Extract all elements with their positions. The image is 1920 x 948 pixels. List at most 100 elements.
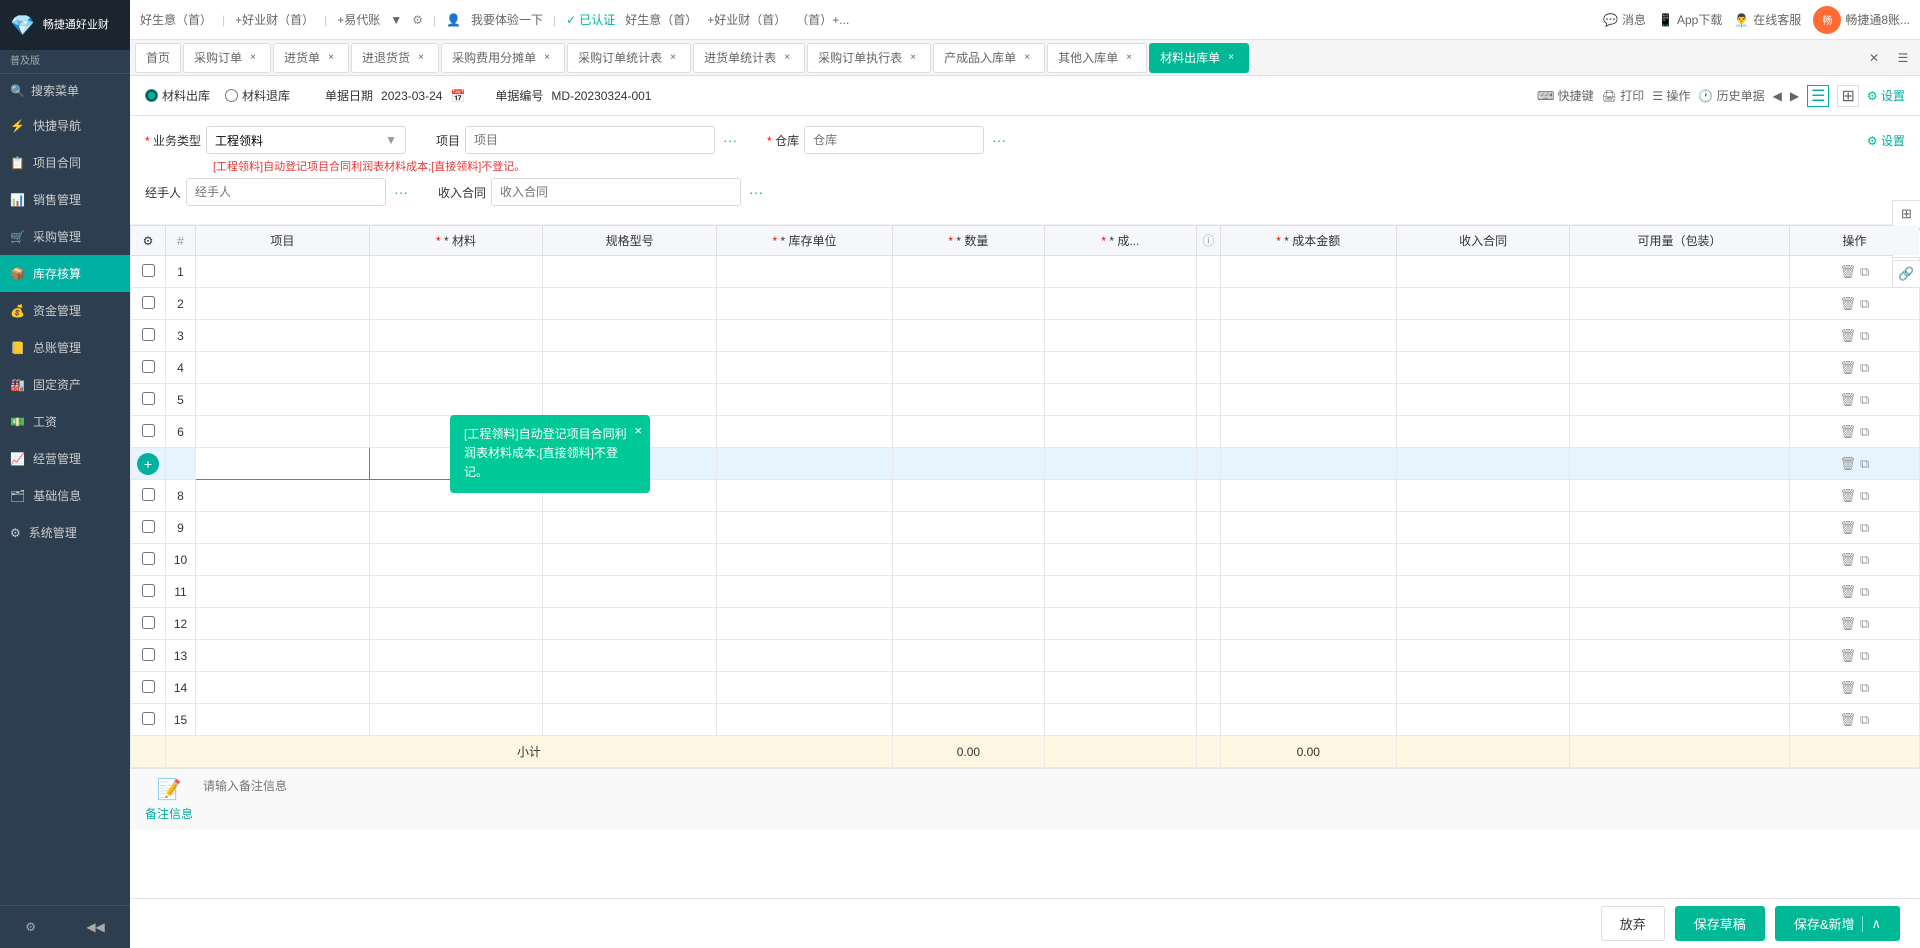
message-btn[interactable]: 💬 消息 xyxy=(1603,11,1646,28)
tab-other-in[interactable]: 其他入库单 × xyxy=(1047,43,1147,73)
delete-row-btn[interactable]: 🗑 xyxy=(1839,680,1856,696)
sidebar-item-finance[interactable]: 💰 资金管理 xyxy=(0,292,130,329)
search-menu[interactable]: 🔍 搜索菜单 xyxy=(0,74,130,107)
sidebar-item-sales[interactable]: 📊 销售管理 xyxy=(0,181,130,218)
tab-home[interactable]: 首页 xyxy=(135,43,181,73)
copy-row-btn[interactable]: ⧉ xyxy=(1860,296,1869,312)
tab-purchase-order[interactable]: 采购订单 × xyxy=(183,43,271,73)
copy-row-btn[interactable]: ⧉ xyxy=(1860,328,1869,344)
row-checkbox[interactable] xyxy=(131,256,166,288)
radio-material-out[interactable]: 材料出库 xyxy=(145,87,210,104)
view-grid-btn[interactable]: ⊞ xyxy=(1837,85,1858,107)
delete-row-btn[interactable]: 🗑 xyxy=(1839,360,1856,376)
tab-in-stat[interactable]: 进货单统计表 × xyxy=(693,43,805,73)
copy-row-btn[interactable]: ⧉ xyxy=(1860,456,1869,472)
copy-row-btn[interactable]: ⧉ xyxy=(1860,392,1869,408)
delete-row-btn[interactable]: 🗑 xyxy=(1839,648,1856,664)
tab-close-icon[interactable]: × xyxy=(666,51,680,65)
sidebar-item-inventory[interactable]: 📦 库存核算 xyxy=(0,255,130,292)
warehouse-more-btn[interactable]: ··· xyxy=(992,132,1006,148)
sidebar-item-salary[interactable]: 💵 工资 xyxy=(0,403,130,440)
history-btn[interactable]: 🕐 历史单据 xyxy=(1698,87,1764,104)
print-btn[interactable]: 🖨 打印 xyxy=(1602,87,1645,104)
delete-row-btn[interactable]: 🗑 xyxy=(1839,456,1856,472)
delete-row-btn[interactable]: 🗑 xyxy=(1839,520,1856,536)
delete-row-btn[interactable]: 🗑 xyxy=(1839,296,1856,312)
sidebar-collapse-btn[interactable]: ◀◀ xyxy=(80,914,110,940)
income-contract-input[interactable] xyxy=(491,178,741,206)
topbar-settings-icon[interactable]: ⚙ xyxy=(412,13,423,27)
tab-product-in[interactable]: 产成品入库单 × xyxy=(933,43,1045,73)
page-settings-btn[interactable]: ⚙ 设置 xyxy=(1867,87,1905,104)
sidebar-item-quick-nav[interactable]: ⚡ 快捷导航 xyxy=(0,107,130,144)
delete-row-btn[interactable]: 🗑 xyxy=(1839,584,1856,600)
sidebar-item-accounting[interactable]: 📒 总账管理 xyxy=(0,329,130,366)
topbar-link-3[interactable]: +易代账 xyxy=(337,11,380,28)
tab-purchase-stat[interactable]: 采购订单统计表 × xyxy=(567,43,691,73)
biz-type-select[interactable]: 工程领料 ▼ xyxy=(206,126,406,154)
online-service-btn[interactable]: 👨‍💼 在线客服 xyxy=(1734,11,1801,28)
copy-row-btn[interactable]: ⧉ xyxy=(1860,616,1869,632)
handler-input[interactable] xyxy=(186,178,386,206)
warehouse-input[interactable] xyxy=(804,126,984,154)
calendar-icon[interactable]: 📅 xyxy=(450,89,465,103)
tab-close-icon[interactable]: × xyxy=(246,51,260,65)
view-list-btn[interactable]: ☰ xyxy=(1807,85,1829,107)
tab-purchase-exec[interactable]: 采购订单执行表 × xyxy=(807,43,931,73)
tab-close-icon[interactable]: × xyxy=(780,51,794,65)
row-cost-amount[interactable] xyxy=(1220,256,1396,288)
copy-row-btn[interactable]: ⧉ xyxy=(1860,552,1869,568)
save-new-button[interactable]: 保存&新增 ∧ xyxy=(1775,906,1900,941)
project-more-btn[interactable]: ··· xyxy=(723,132,737,148)
topbar-link-4[interactable]: 好生意（首） xyxy=(625,11,697,28)
topbar-link-6[interactable]: （首）+... xyxy=(796,11,849,28)
copy-row-btn[interactable]: ⧉ xyxy=(1860,648,1869,664)
tab-close-icon[interactable]: × xyxy=(324,51,338,65)
row-spec[interactable] xyxy=(543,256,717,288)
sidebar-settings-btn[interactable]: ⚙ xyxy=(19,914,42,940)
save-draft-button[interactable]: 保存草稿 xyxy=(1675,906,1765,941)
delete-row-btn[interactable]: 🗑 xyxy=(1839,328,1856,344)
tab-purchase-fee[interactable]: 采购费用分摊单 × xyxy=(441,43,565,73)
row-material[interactable] xyxy=(369,256,543,288)
table-settings-btn[interactable]: ⚙ 设置 xyxy=(1867,132,1905,149)
sidebar-item-purchase[interactable]: 🛒 采购管理 xyxy=(0,218,130,255)
topbar-link-5[interactable]: +好业财（首） xyxy=(707,11,786,28)
topbar-link-2[interactable]: +好业财（首） xyxy=(235,11,314,28)
delete-row-btn[interactable]: 🗑 xyxy=(1839,552,1856,568)
tab-purchase-return[interactable]: 进退货货 × xyxy=(351,43,439,73)
tab-purchase-in[interactable]: 进货单 × xyxy=(273,43,349,73)
copy-row-btn[interactable]: ⧉ xyxy=(1860,712,1869,728)
sidebar-item-basic[interactable]: 🗂 基础信息 xyxy=(0,477,130,514)
row-checkbox[interactable] xyxy=(131,288,166,320)
row-cost[interactable] xyxy=(1044,256,1196,288)
copy-row-btn[interactable]: ⧉ xyxy=(1860,424,1869,440)
tab-close-icon[interactable]: × xyxy=(1020,51,1034,65)
tooltip-close-btn[interactable]: × xyxy=(634,421,642,442)
copy-row-btn[interactable]: ⧉ xyxy=(1860,264,1869,280)
row-available[interactable] xyxy=(1570,256,1789,288)
income-contract-more-btn[interactable]: ··· xyxy=(749,184,763,200)
delete-row-btn[interactable]: 🗑 xyxy=(1839,264,1856,280)
delete-row-btn[interactable]: 🗑 xyxy=(1839,712,1856,728)
quick-key-btn[interactable]: ⌨ 快捷键 xyxy=(1537,87,1594,104)
discard-button[interactable]: 放弃 xyxy=(1601,906,1665,941)
copy-row-btn[interactable]: ⧉ xyxy=(1860,680,1869,696)
copy-row-btn[interactable]: ⧉ xyxy=(1860,584,1869,600)
row-unit[interactable] xyxy=(717,256,893,288)
save-new-arrow-icon[interactable]: ∧ xyxy=(1862,916,1881,932)
copy-row-btn[interactable]: ⧉ xyxy=(1860,520,1869,536)
handler-more-btn[interactable]: ··· xyxy=(394,184,408,200)
topbar-experience-label[interactable]: 我要体验一下 xyxy=(471,11,543,28)
column-settings-icon[interactable]: ⚙ xyxy=(143,234,154,248)
copy-row-btn[interactable]: ⧉ xyxy=(1860,360,1869,376)
delete-row-btn[interactable]: 🗑 xyxy=(1839,488,1856,504)
sidebar-item-assets[interactable]: 🏭 固定资产 xyxy=(0,366,130,403)
tab-menu-btn[interactable]: ☰ xyxy=(1891,46,1915,70)
user-profile-btn[interactable]: 畅 畅捷通8账... xyxy=(1813,6,1910,34)
tab-close-icon[interactable]: × xyxy=(906,51,920,65)
sidebar-item-project[interactable]: 📋 项目合同 xyxy=(0,144,130,181)
tab-active-close-icon[interactable]: × xyxy=(1224,51,1238,65)
radio-material-return[interactable]: 材料退库 xyxy=(225,87,290,104)
delete-row-btn[interactable]: 🗑 xyxy=(1839,424,1856,440)
